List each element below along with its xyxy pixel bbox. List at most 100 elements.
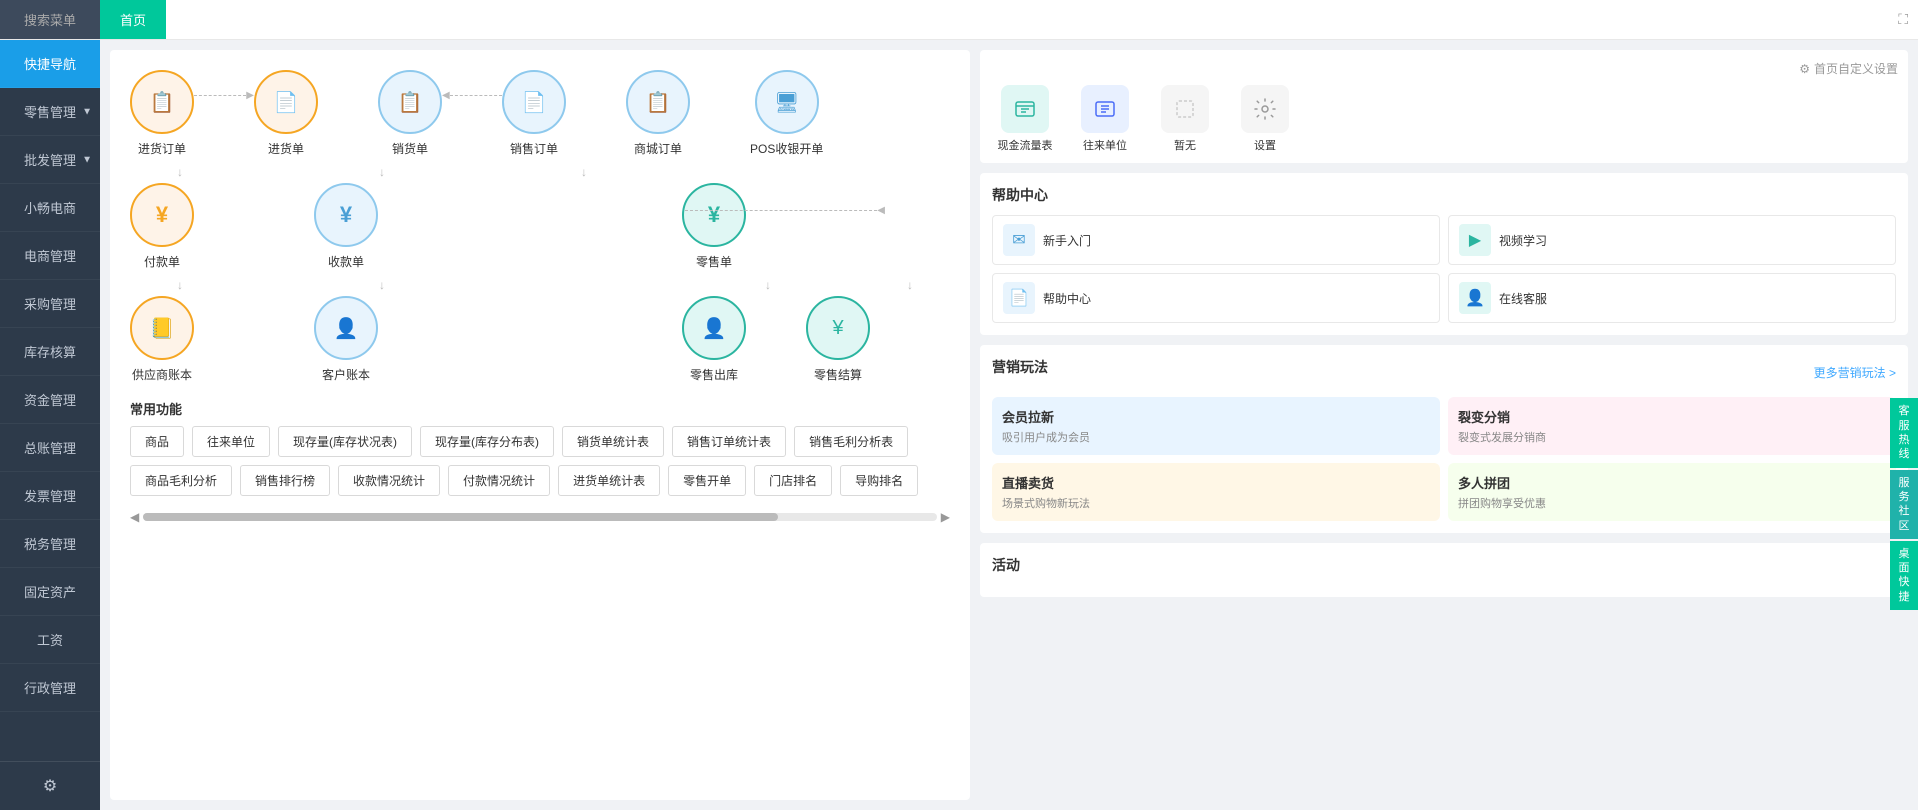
settings-gear-icon: ⚙ xyxy=(1799,62,1810,76)
marketing-fission[interactable]: 裂变分销 裂变式发展分销商 xyxy=(1448,397,1896,455)
expand-icon[interactable]: ⛶ xyxy=(1898,11,1908,28)
member-title: 会员拉新 xyxy=(1002,407,1430,426)
node-purchase-order[interactable]: 📋 进货订单 xyxy=(130,70,194,157)
node-supplier-book[interactable]: 📒 供应商账本 xyxy=(130,296,194,383)
sidebar-item-ecom-small[interactable]: 小畅电商 xyxy=(0,184,100,232)
func-btn-sales-stats[interactable]: 销货单统计表 xyxy=(562,426,664,457)
video-label: 视频学习 xyxy=(1499,232,1547,249)
settings-icon xyxy=(1241,85,1289,133)
sidebar-item-ecom-mgmt[interactable]: 电商管理 xyxy=(0,232,100,280)
node-supplier-book-label: 供应商账本 xyxy=(132,366,192,383)
nav-icon-cashflow[interactable]: 现金流量表 xyxy=(990,85,1060,153)
search-menu-label: 搜索菜单 xyxy=(24,10,76,29)
sidebar-item-finance[interactable]: 资金管理 xyxy=(0,376,100,424)
down-arrow-retail: ↓ xyxy=(736,278,800,292)
quick-nav-icons: 现金流量表 往来单位 xyxy=(990,85,1898,153)
sidebar-item-tax[interactable]: 税务管理 xyxy=(0,520,100,568)
sidebar-item-salary[interactable]: 工资 xyxy=(0,616,100,664)
node-purchase-order-icon: 📋 xyxy=(130,70,194,134)
nav-icon-contacts[interactable]: 往来单位 xyxy=(1070,85,1140,153)
sidebar-item-invoice[interactable]: 发票管理 xyxy=(0,472,100,520)
quick-nav-settings[interactable]: ⚙ 首页自定义设置 xyxy=(990,60,1898,77)
func-btn-sales-rank[interactable]: 销售排行榜 xyxy=(240,465,330,496)
empty-label: 暂无 xyxy=(1174,137,1196,153)
sidebar-item-purchase[interactable]: 采购管理 xyxy=(0,280,100,328)
float-btn-desktop[interactable]: 桌面快捷 xyxy=(1890,541,1918,610)
down-arrow-retail2: ↓ xyxy=(878,278,942,292)
sidebar-item-ledger[interactable]: 总账管理 xyxy=(0,424,100,472)
node-receipt[interactable]: ¥ 收款单 xyxy=(314,183,378,270)
func-btn-purchase-stats[interactable]: 进货单统计表 xyxy=(558,465,660,496)
node-mall-order[interactable]: 📋 商城订单 xyxy=(626,70,690,157)
func-buttons: 商品 往来单位 现存量(库存状况表) 现存量(库存分布表) 销货单统计表 销售订… xyxy=(130,426,950,496)
node-pos[interactable]: 🖥 POS收银开单 xyxy=(750,70,823,157)
more-marketing-link[interactable]: 更多营销玩法 > xyxy=(1814,364,1896,381)
help-item-help[interactable]: 📄 帮助中心 xyxy=(992,273,1440,323)
node-customer-book[interactable]: 👤 客户账本 xyxy=(314,296,378,383)
node-sales-order[interactable]: 📄 销售订单 xyxy=(502,70,566,157)
func-btn-product[interactable]: 商品 xyxy=(130,426,184,457)
scroll-left-arrow[interactable]: ◀ xyxy=(130,510,139,524)
sidebar-item-wholesale[interactable]: 批发管理 ▼ xyxy=(0,136,100,184)
float-btn-service[interactable]: 客服热线 xyxy=(1890,398,1918,467)
nav-icon-empty[interactable]: 暂无 xyxy=(1150,85,1220,153)
marketing-member[interactable]: 会员拉新 吸引用户成为会员 xyxy=(992,397,1440,455)
help-title: 帮助中心 xyxy=(992,185,1896,205)
sidebar-settings[interactable]: ⚙ xyxy=(0,761,100,810)
gear-icon: ⚙ xyxy=(43,778,57,795)
node-purchase[interactable]: 📄 进货单 xyxy=(254,70,318,157)
sidebar-item-quicknav[interactable]: 快捷导航 xyxy=(0,40,100,88)
settings-nav-label: 设置 xyxy=(1254,137,1276,153)
marketing-section: 营销玩法 更多营销玩法 > 会员拉新 吸引用户成为会员 裂变分销 裂变式发展分销… xyxy=(980,345,1908,533)
fission-title: 裂变分销 xyxy=(1458,407,1886,426)
node-purchase-label: 进货单 xyxy=(268,140,304,157)
node-retail-settle[interactable]: ¥ 零售结算 xyxy=(806,296,870,383)
node-payment-label: 付款单 xyxy=(144,253,180,270)
sidebar-item-inventory[interactable]: 库存核算 xyxy=(0,328,100,376)
tab-home-label: 首页 xyxy=(120,10,146,29)
func-btn-order-stats[interactable]: 销售订单统计表 xyxy=(672,426,786,457)
node-retail-order[interactable]: ¥ 零售单 xyxy=(682,183,746,270)
sidebar-item-retail[interactable]: 零售管理 ▼ xyxy=(0,88,100,136)
node-sales-label: 销货单 xyxy=(392,140,428,157)
node-payment-icon: ¥ xyxy=(130,183,194,247)
main-content: 📋 进货订单 ▶ 📄 进货单 📋 销货单 xyxy=(100,40,1918,810)
node-payment[interactable]: ¥ 付款单 xyxy=(130,183,194,270)
node-sales-icon: 📋 xyxy=(378,70,442,134)
marketing-group[interactable]: 多人拼团 拼团购物享受优惠 xyxy=(1448,463,1896,521)
func-btn-stock-dist[interactable]: 现存量(库存分布表) xyxy=(420,426,554,457)
marketing-title: 营销玩法 xyxy=(992,357,1048,377)
down-arrow-purchase: ↓ xyxy=(148,165,212,179)
func-btn-sales-profit[interactable]: 销售毛利分析表 xyxy=(794,426,908,457)
video-icon: ▶ xyxy=(1459,224,1491,256)
node-retail-out[interactable]: 👤 零售出库 xyxy=(682,296,746,383)
settings-label: 首页自定义设置 xyxy=(1814,60,1898,77)
func-btn-stock-status[interactable]: 现存量(库存状况表) xyxy=(278,426,412,457)
node-purchase-icon: 📄 xyxy=(254,70,318,134)
tab-home[interactable]: 首页 xyxy=(100,0,166,39)
scroll-track xyxy=(143,513,937,521)
func-btn-payment-stats[interactable]: 付款情况统计 xyxy=(448,465,550,496)
help-item-newbie[interactable]: ✉ 新手入门 xyxy=(992,215,1440,265)
scroll-bar[interactable]: ◀ ▶ xyxy=(130,506,950,528)
connector-pos-retail: ◀ xyxy=(685,205,885,216)
func-btn-guide-rank[interactable]: 导购排名 xyxy=(840,465,918,496)
marketing-live[interactable]: 直播卖货 场景式购物新玩法 xyxy=(992,463,1440,521)
group-title: 多人拼团 xyxy=(1458,473,1886,492)
func-btn-retail-order[interactable]: 零售开单 xyxy=(668,465,746,496)
help-item-video[interactable]: ▶ 视频学习 xyxy=(1448,215,1896,265)
func-btn-store-rank[interactable]: 门店排名 xyxy=(754,465,832,496)
scroll-right-arrow[interactable]: ▶ xyxy=(941,510,950,524)
func-btn-product-profit[interactable]: 商品毛利分析 xyxy=(130,465,232,496)
sidebar-item-admin[interactable]: 行政管理 xyxy=(0,664,100,712)
service-icon: 👤 xyxy=(1459,282,1491,314)
func-btn-units[interactable]: 往来单位 xyxy=(192,426,270,457)
search-menu[interactable]: 搜索菜单 xyxy=(0,0,100,39)
help-item-service[interactable]: 👤 在线客服 xyxy=(1448,273,1896,323)
sidebar-item-assets[interactable]: 固定资产 xyxy=(0,568,100,616)
cashflow-icon xyxy=(1001,85,1049,133)
float-btn-community[interactable]: 服务社区 xyxy=(1890,470,1918,539)
nav-icon-settings[interactable]: 设置 xyxy=(1230,85,1300,153)
func-btn-receipt-stats[interactable]: 收款情况统计 xyxy=(338,465,440,496)
node-sales[interactable]: 📋 销货单 xyxy=(378,70,442,157)
